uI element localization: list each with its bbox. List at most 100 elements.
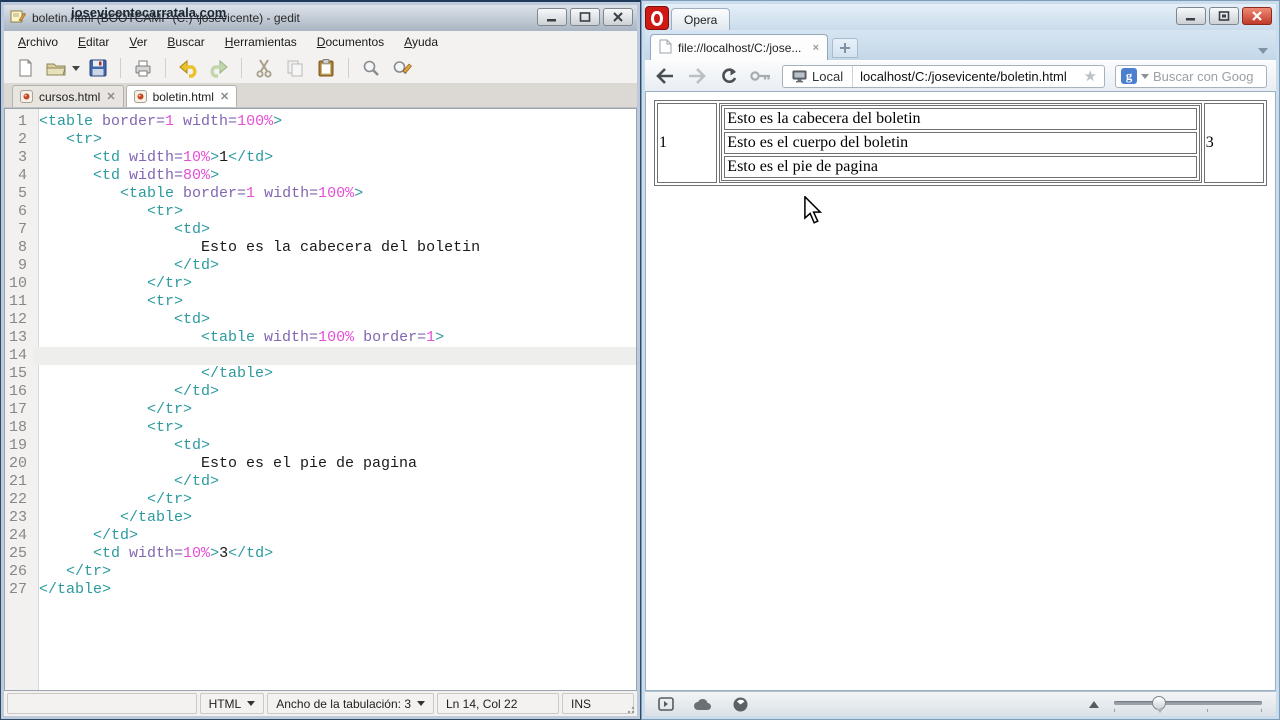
code-line: 22 </tr> <box>8 491 193 508</box>
code-line: 21 </td> <box>8 473 220 490</box>
outer-cell-middle: Esto es la cabecera del boletin Esto es e… <box>719 103 1202 183</box>
code-line: 10 </tr> <box>8 275 193 292</box>
code-line: 4 <td width=80%> <box>17 167 220 184</box>
editor-tab-boletin.html[interactable]: boletin.html ✕ <box>125 85 238 107</box>
code-line: 23 </table> <box>8 509 193 526</box>
mouse-cursor <box>803 194 823 230</box>
gedit-menubar: Archivo Editar Ver Buscar Herramientas Docume… <box>4 31 637 53</box>
code-line: 12 <td> <box>8 311 211 328</box>
paste-icon[interactable] <box>313 56 339 80</box>
code-line: 17 </tr> <box>8 401 193 418</box>
menu-ver[interactable]: Ver <box>129 35 147 49</box>
search-icon[interactable] <box>358 56 384 80</box>
opera-menu-button[interactable]: Opera <box>645 4 731 30</box>
opera-brand-label: Opera <box>684 12 718 27</box>
search-engine-chevron-icon[interactable] <box>1141 73 1149 79</box>
redo-icon[interactable] <box>206 56 232 80</box>
gedit-app-icon <box>10 8 26 29</box>
browser-tab[interactable]: file://localhost/C:/jose... × <box>650 34 828 60</box>
code-line: 8 Esto es la cabecera del boletin <box>17 239 481 256</box>
monitor-icon <box>792 70 807 82</box>
panels-icon[interactable] <box>655 693 677 715</box>
forward-button[interactable] <box>686 65 708 87</box>
opera-link-cloud-icon[interactable] <box>692 693 714 715</box>
code-line: 20 Esto es el pie de pagina <box>8 455 418 472</box>
resize-grip[interactable] <box>625 704 635 714</box>
rendered-inner-table: Esto es la cabecera del boletin Esto es e… <box>721 105 1200 181</box>
editor-tab-cursos.html[interactable]: cursos.html ✕ <box>12 85 124 107</box>
zoom-slider[interactable] <box>1114 695 1262 713</box>
inner-table-cell: Esto es el pie de pagina <box>724 156 1197 178</box>
code-line: 26 </tr> <box>8 563 112 580</box>
open-dropdown-icon[interactable] <box>72 65 80 71</box>
menu-archivo[interactable]: Archivo <box>18 35 58 49</box>
bookmark-star-icon[interactable]: ★ <box>1077 67 1104 85</box>
code-line: 11 <tr> <box>8 293 184 310</box>
zoom-popup-icon[interactable] <box>1089 700 1099 708</box>
menu-documentos[interactable]: Documentos <box>317 35 384 49</box>
code-line: 13 <table width=100% border=1> <box>8 329 445 346</box>
local-badge[interactable]: Local <box>783 65 854 87</box>
gedit-editor[interactable]: 1 <table border=1 width=100%> 2 <tr> 3 <td … <box>4 108 637 691</box>
tab-title: file://localhost/C:/jose... <box>678 40 802 55</box>
address-bar[interactable]: Local ★ <box>782 64 1105 88</box>
key-icon[interactable] <box>750 65 772 87</box>
code-line: 6 <tr> <box>17 203 184 220</box>
menu-herramientas[interactable]: Herramientas <box>225 35 297 49</box>
status-message-area <box>7 693 197 714</box>
page-icon <box>659 39 672 57</box>
url-input[interactable] <box>853 68 1077 84</box>
tab-width-dropdown[interactable]: Ancho de la tabulación: 3 <box>267 693 434 714</box>
opera-minimize-button[interactable] <box>1176 7 1206 25</box>
rendered-outer-table: 1 Esto es la cabecera del boletin Esto es… <box>654 100 1267 186</box>
inner-table-cell: Esto es el cuerpo del boletin <box>724 132 1197 154</box>
gedit-minimize-button[interactable] <box>537 8 567 26</box>
tab-list-chevron-icon[interactable] <box>1258 48 1268 54</box>
print-icon[interactable] <box>130 56 156 80</box>
open-folder-icon[interactable] <box>43 56 69 80</box>
new-document-icon[interactable] <box>12 56 38 80</box>
zoom-slider-thumb[interactable] <box>1152 696 1167 713</box>
reload-button[interactable] <box>718 65 740 87</box>
tab-close-icon[interactable]: ✕ <box>106 90 115 103</box>
search-input[interactable] <box>1153 68 1261 84</box>
opera-maximize-button[interactable] <box>1209 7 1239 25</box>
menu-ayuda[interactable]: Ayuda <box>404 35 438 49</box>
code-line: 24 </td> <box>8 527 139 544</box>
opera-statusbar <box>645 691 1276 716</box>
new-tab-button[interactable] <box>832 38 858 58</box>
menu-editar[interactable]: Editar <box>78 35 109 49</box>
opera-turbo-icon[interactable] <box>729 693 751 715</box>
file-icon <box>20 90 33 103</box>
back-button[interactable] <box>654 65 676 87</box>
code-area: 1 <table border=1 width=100%> 2 <tr> 3 <td … <box>5 109 636 599</box>
undo-icon[interactable] <box>175 56 201 80</box>
tab-close-icon[interactable]: × <box>813 42 819 54</box>
code-line: 18 <tr> <box>8 419 184 436</box>
outer-cell-right: 3 <box>1203 103 1264 183</box>
code-line: 25 <td width=10%>3</td> <box>8 545 274 562</box>
tab-close-icon[interactable]: ✕ <box>220 90 229 103</box>
watermark-text: josevicentecarratala.com <box>71 5 227 20</box>
code-line: 9 </td> <box>17 257 220 274</box>
gedit-close-button[interactable] <box>603 8 633 26</box>
cut-icon[interactable] <box>251 56 277 80</box>
search-replace-icon[interactable] <box>389 56 415 80</box>
desktop: boletin.html (BOOTCAMP (C:) \josevicente… <box>0 0 1280 720</box>
gedit-maximize-button[interactable] <box>570 8 600 26</box>
code-line: 16 </td> <box>8 383 220 400</box>
browser-viewport[interactable]: 1 Esto es la cabecera del boletin Esto es… <box>645 91 1276 691</box>
code-line: 5 <table border=1 width=100%> <box>17 185 364 202</box>
opera-titlebar[interactable]: Opera <box>645 4 1276 30</box>
code-line: 7 <td> <box>17 221 211 238</box>
opera-close-button[interactable] <box>1242 7 1272 25</box>
code-line: 15 </table> <box>8 365 274 382</box>
save-icon[interactable] <box>85 56 111 80</box>
menu-buscar[interactable]: Buscar <box>167 35 204 49</box>
search-box[interactable]: g <box>1115 64 1267 88</box>
gedit-tabbar: cursos.html ✕ boletin.html ✕ <box>4 83 637 108</box>
copy-icon[interactable] <box>282 56 308 80</box>
language-dropdown[interactable]: HTML <box>199 693 265 714</box>
opera-tabbar: file://localhost/C:/jose... × <box>645 30 1276 60</box>
inner-table-cell: Esto es la cabecera del boletin <box>724 108 1197 130</box>
